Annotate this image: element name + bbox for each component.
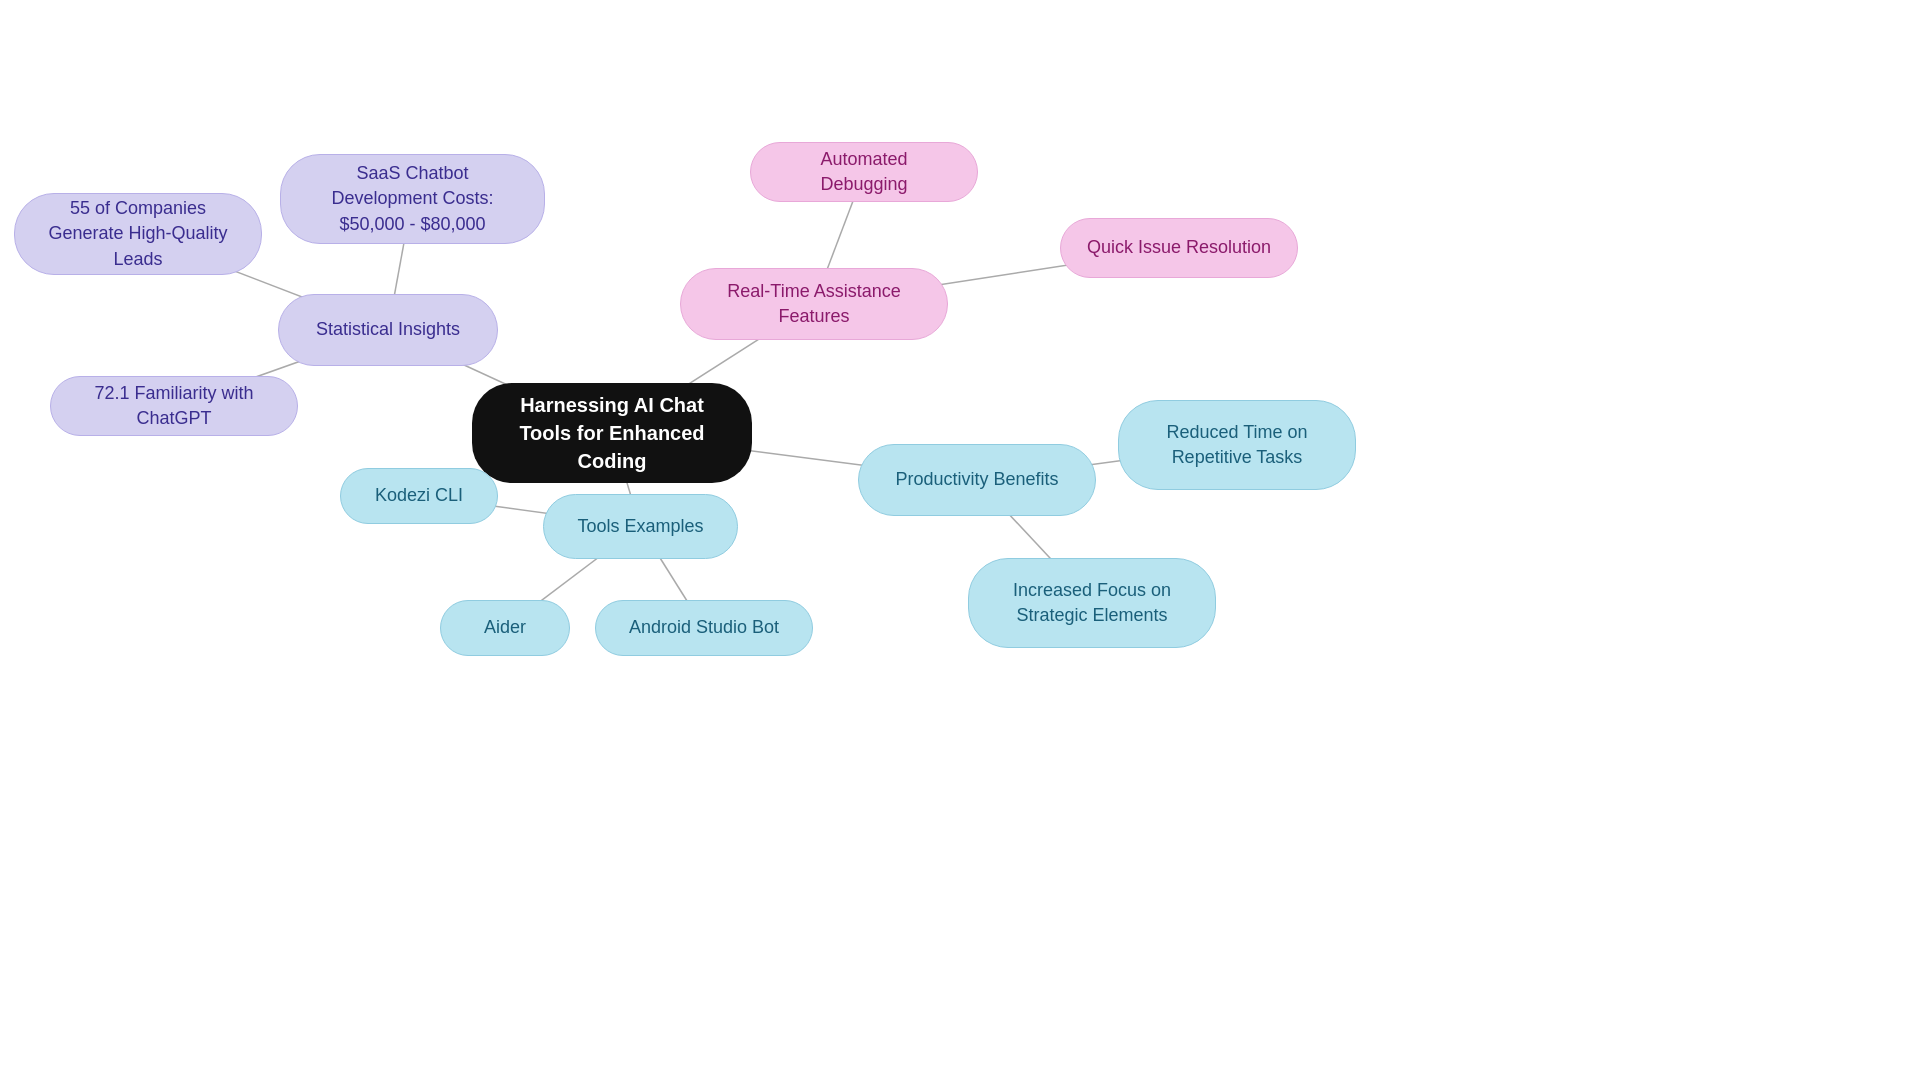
companies-leads-label: 55 of Companies Generate High-Quality Le…: [39, 196, 237, 272]
android-studio-label: Android Studio Bot: [629, 615, 779, 640]
node-companies-leads: 55 of Companies Generate High-Quality Le…: [14, 193, 262, 275]
automated-debug-label: Automated Debugging: [775, 147, 953, 197]
kodezi-label: Kodezi CLI: [375, 483, 463, 508]
node-tools-examples: Tools Examples: [543, 494, 738, 559]
aider-label: Aider: [484, 615, 526, 640]
node-chatgpt-familiarity: 72.1 Familiarity with ChatGPT: [50, 376, 298, 436]
node-increased-focus: Increased Focus on Strategic Elements: [968, 558, 1216, 648]
node-reduced-time: Reduced Time on Repetitive Tasks: [1118, 400, 1356, 490]
node-saas-cost: SaaS Chatbot Development Costs: $50,000 …: [280, 154, 545, 244]
chatgpt-familiarity-label: 72.1 Familiarity with ChatGPT: [75, 381, 273, 431]
tools-examples-label: Tools Examples: [577, 514, 703, 539]
node-aider: Aider: [440, 600, 570, 656]
center-node: Harnessing AI Chat Tools for Enhanced Co…: [472, 383, 752, 483]
reduced-time-label: Reduced Time on Repetitive Tasks: [1143, 420, 1331, 470]
node-statistical-insights: Statistical Insights: [278, 294, 498, 366]
saas-cost-label: SaaS Chatbot Development Costs: $50,000 …: [305, 161, 520, 237]
node-kodezi: Kodezi CLI: [340, 468, 498, 524]
node-realtime-features: Real-Time Assistance Features: [680, 268, 948, 340]
quick-issue-label: Quick Issue Resolution: [1087, 235, 1271, 260]
node-automated-debug: Automated Debugging: [750, 142, 978, 202]
realtime-features-label: Real-Time Assistance Features: [705, 279, 923, 329]
center-label: Harnessing AI Chat Tools for Enhanced Co…: [496, 391, 728, 475]
node-android-studio: Android Studio Bot: [595, 600, 813, 656]
node-productivity-benefits: Productivity Benefits: [858, 444, 1096, 516]
productivity-benefits-label: Productivity Benefits: [895, 467, 1058, 492]
node-quick-issue: Quick Issue Resolution: [1060, 218, 1298, 278]
statistical-insights-label: Statistical Insights: [316, 317, 460, 342]
increased-focus-label: Increased Focus on Strategic Elements: [993, 578, 1191, 628]
